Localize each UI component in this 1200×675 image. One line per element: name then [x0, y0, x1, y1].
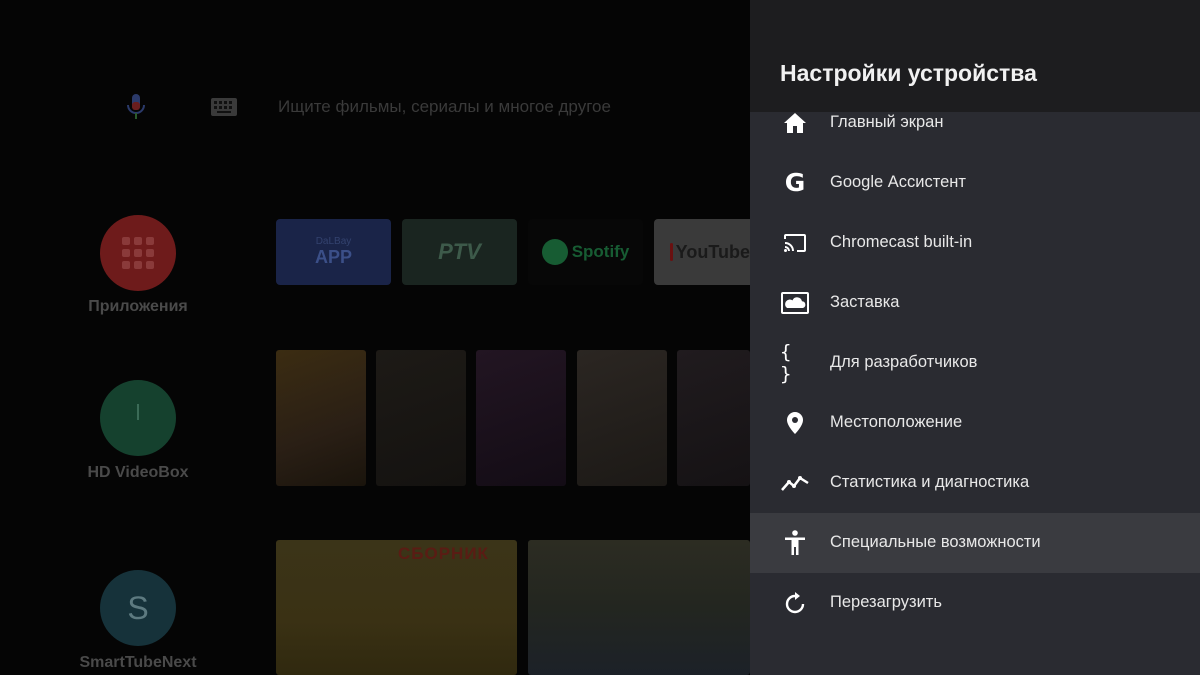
menu-item-chromecast[interactable]: Chromecast built-in — [750, 213, 1200, 273]
braces-glyph: { } — [780, 341, 795, 385]
menu-item-label: Местоположение — [830, 413, 963, 431]
google-g-glyph: G — [784, 168, 806, 197]
video-thumbnail-title: СБОРНИК — [398, 544, 489, 563]
movie-poster — [677, 350, 750, 486]
app-tile-dalbay: DaLBay APP — [276, 219, 391, 285]
mic-icon — [124, 92, 148, 122]
video-thumbnail-cartoon: СБОРНИК — [276, 540, 517, 675]
menu-item-statistics-diagnostics[interactable]: Статистика и диагностика — [750, 453, 1200, 513]
accessibility-icon — [780, 530, 810, 556]
location-pin-icon — [780, 410, 810, 436]
movie-poster — [276, 350, 366, 486]
s-letter-icon: S — [127, 590, 149, 626]
movie-poster — [376, 350, 466, 486]
menu-item-label: Заставка — [830, 293, 900, 311]
menu-item-location[interactable]: Местоположение — [750, 393, 1200, 453]
favorite-smarttubenext-label: SmartTubeNext — [79, 654, 197, 671]
app-tile-dalbay-label: APP — [314, 247, 352, 267]
screensaver-icon — [780, 290, 810, 316]
favorite-smarttubenext: S — [100, 570, 176, 646]
app-tile-youtube-label: YouTube — [675, 241, 750, 262]
menu-item-restart[interactable]: Перезагрузить — [750, 573, 1200, 633]
menu-item-screensaver[interactable]: Заставка — [750, 273, 1200, 333]
apps-grid-icon — [122, 237, 154, 269]
app-tile-spotify: Spotify — [528, 219, 643, 285]
favorite-apps — [100, 215, 176, 291]
menu-item-label: Главный экран — [830, 113, 944, 131]
cast-icon — [780, 230, 810, 256]
movie-poster — [476, 350, 566, 486]
menu-item-developer-options[interactable]: { } Для разработчиков — [750, 333, 1200, 393]
app-tile-ptv-label: PTV — [438, 239, 481, 264]
favorite-hd-videobox-label: HD VideoBox — [87, 464, 189, 481]
trending-icon — [780, 470, 810, 496]
spotify-logo-icon — [541, 239, 568, 265]
youtube-play-icon — [670, 243, 673, 261]
favorite-hd-videobox — [100, 380, 176, 456]
app-tile-dalbay-top: DaLBay — [315, 236, 352, 247]
clock-icon — [137, 404, 139, 420]
app-tile-ptv: PTV — [402, 219, 517, 285]
favorite-apps-label: Приложения — [88, 298, 188, 315]
panel-title: Настройки устройства — [780, 60, 1037, 86]
menu-item-label: Статистика и диагностика — [830, 473, 1030, 491]
app-tile-spotify-label: Spotify — [571, 242, 630, 261]
app-tile-youtube: YouTube — [654, 219, 750, 285]
movie-poster — [577, 350, 667, 486]
menu-item-label: Chromecast built-in — [830, 233, 973, 251]
search-placeholder: Ищите фильмы, сериалы и многое другое — [278, 97, 611, 116]
menu-item-google-assistant[interactable]: G Google Ассистент — [750, 153, 1200, 213]
menu-item-label: Специальные возможности — [830, 533, 1041, 551]
google-g-icon: G — [780, 170, 810, 196]
restart-icon — [780, 590, 810, 616]
menu-item-home-screen[interactable]: Главный экран — [750, 93, 1200, 153]
video-thumbnail — [528, 540, 750, 675]
keyboard-icon — [211, 98, 237, 116]
device-settings-panel: Настройки устройства Главный экран G Goo… — [750, 0, 1200, 675]
menu-item-accessibility[interactable]: Специальные возможности — [750, 513, 1200, 573]
menu-item-label: Перезагрузить — [830, 593, 942, 611]
menu-item-label: Для разработчиков — [830, 353, 978, 371]
menu-item-label: Google Ассистент — [830, 173, 966, 191]
braces-icon: { } — [780, 341, 810, 385]
home-screen-background: Ищите фильмы, сериалы и многое другое Пр… — [0, 0, 750, 675]
home-icon — [780, 110, 810, 136]
